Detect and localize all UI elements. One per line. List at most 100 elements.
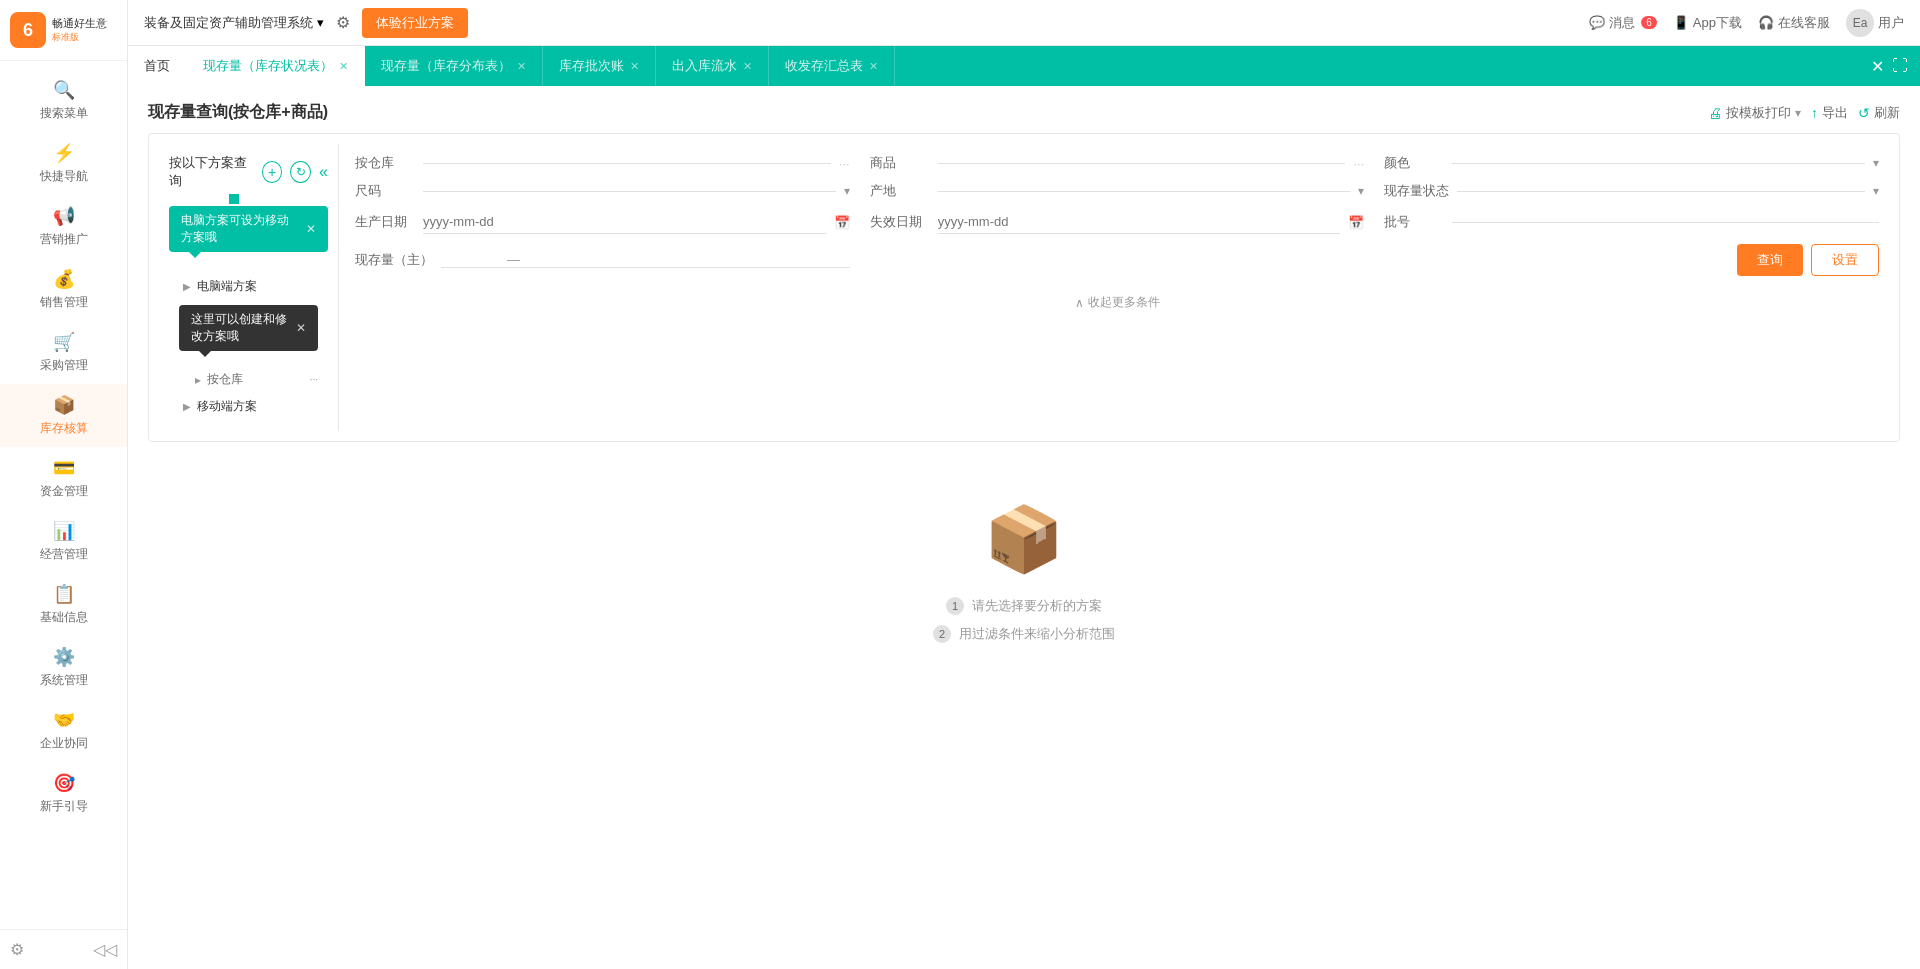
- size-dropdown-icon[interactable]: ▾: [844, 184, 850, 198]
- schema-desktop-arrow: ▶: [183, 281, 191, 292]
- purchase-icon: 🛒: [53, 331, 75, 353]
- sub-schema-dots: ···: [310, 374, 318, 385]
- trial-button[interactable]: 体验行业方案: [362, 8, 468, 38]
- stock-main-to-input[interactable]: [526, 252, 586, 267]
- tab-recv-send-summary[interactable]: 收发存汇总表 ✕: [769, 46, 895, 86]
- sidebar-item-system[interactable]: ⚙️ 系统管理: [0, 636, 127, 699]
- schema-desktop-label: 电脑端方案: [197, 278, 257, 295]
- schema-mobile-arrow: ▶: [183, 401, 191, 412]
- warehouse-dots[interactable]: ···: [839, 156, 850, 171]
- tab-recv-send-summary-close[interactable]: ✕: [869, 60, 878, 73]
- print-btn[interactable]: 🖨 按模板打印 ▾: [1708, 104, 1801, 122]
- tooltip1-text: 电脑方案可设为移动方案哦: [181, 212, 300, 246]
- collapse-label: 收起更多条件: [1088, 294, 1160, 311]
- app-download-icon: 📱: [1673, 15, 1689, 30]
- batch-label: 批号: [1384, 213, 1444, 231]
- tooltip1-close-btn[interactable]: ✕: [306, 222, 316, 236]
- tab-maximize-btn[interactable]: ⛶: [1892, 57, 1908, 75]
- color-dropdown-icon[interactable]: ▾: [1873, 156, 1879, 170]
- app-name: 畅通好生意: [52, 16, 107, 31]
- tab-inventory-dist-close[interactable]: ✕: [517, 60, 526, 73]
- tab-home[interactable]: 首页: [128, 46, 187, 86]
- user-menu-btn[interactable]: Ea 用户: [1846, 9, 1904, 37]
- system-name-selector[interactable]: 装备及固定资产辅助管理系统 ▾: [144, 14, 324, 32]
- tooltip2-close-btn[interactable]: ✕: [296, 321, 306, 335]
- sidebar-label-system: 系统管理: [40, 672, 88, 689]
- product-label: 商品: [870, 154, 930, 172]
- origin-dropdown-icon[interactable]: ▾: [1358, 184, 1364, 198]
- online-support-btn[interactable]: 🎧 在线客服: [1758, 14, 1830, 32]
- color-input-wrapper: [1452, 163, 1865, 164]
- field-prod-date: 生产日期 📅: [355, 210, 850, 234]
- filter-cycle-btn[interactable]: ↻: [290, 161, 311, 183]
- expire-date-calendar-icon[interactable]: 📅: [1348, 215, 1364, 230]
- refresh-icon: ↺: [1858, 105, 1870, 121]
- sidebar-settings-btn[interactable]: ⚙: [10, 940, 24, 959]
- sub-schema-row[interactable]: ▸ 按仓库 ···: [195, 371, 318, 388]
- tab-inventory-status-close[interactable]: ✕: [339, 60, 348, 73]
- notif-count-badge: 6: [1641, 16, 1657, 29]
- notif-label: 消息: [1609, 14, 1635, 32]
- filter-container: 按以下方案查询 + ↻ « 电脑方案可设为移动方案哦 ✕: [159, 144, 1889, 431]
- query-button[interactable]: 查询: [1737, 244, 1803, 276]
- tab-batch-ledger[interactable]: 库存批次账 ✕: [543, 46, 656, 86]
- sidebar-item-guide[interactable]: 🎯 新手引导: [0, 762, 127, 825]
- inventory-icon: 📦: [53, 394, 75, 416]
- filter-left-panel: 按以下方案查询 + ↻ « 电脑方案可设为移动方案哦 ✕: [159, 144, 339, 431]
- warehouse-input-wrapper: [423, 163, 831, 164]
- prod-date-calendar-icon[interactable]: 📅: [834, 215, 850, 230]
- product-dots[interactable]: ···: [1353, 156, 1364, 171]
- reset-button[interactable]: 设置: [1811, 244, 1879, 276]
- print-icon: 🖨: [1708, 105, 1722, 121]
- top-header: 装备及固定资产辅助管理系统 ▾ ⚙ 体验行业方案 💬 消息 6 📱 App下载 …: [128, 0, 1920, 46]
- sidebar-label-search-menu: 搜索菜单: [40, 105, 88, 122]
- schema-desktop-item[interactable]: ▶ 电脑端方案: [179, 272, 318, 301]
- stock-main-label: 现存量（主）: [355, 251, 433, 269]
- sidebar-item-quick-nav[interactable]: ⚡ 快捷导航: [0, 132, 127, 195]
- collapse-row[interactable]: ∧ 收起更多条件: [355, 286, 1879, 319]
- tab-close-all-btn[interactable]: ✕: [1871, 57, 1884, 76]
- notification-btn[interactable]: 💬 消息 6: [1589, 14, 1657, 32]
- schema-mobile-item[interactable]: ▶ 移动端方案: [179, 392, 318, 421]
- sidebar-collapse-btn[interactable]: ◁◁: [93, 940, 117, 959]
- tab-inventory-dist[interactable]: 现存量（库存分布表） ✕: [365, 46, 543, 86]
- sidebar-item-enterprise[interactable]: 🤝 企业协同: [0, 699, 127, 762]
- tab-inout-flow-label: 出入库流水: [672, 57, 737, 75]
- field-warehouse: 按仓库 ···: [355, 154, 850, 172]
- tab-inout-flow[interactable]: 出入库流水 ✕: [656, 46, 769, 86]
- sidebar-item-basic-info[interactable]: 📋 基础信息: [0, 573, 127, 636]
- tooltip1-indicator: [229, 194, 239, 204]
- product-input-wrapper: [938, 163, 1346, 164]
- stock-main-range: —: [441, 252, 850, 268]
- sidebar-item-finance[interactable]: 💳 资金管理: [0, 447, 127, 510]
- sidebar-item-operations[interactable]: 📊 经营管理: [0, 510, 127, 573]
- refresh-btn[interactable]: ↺ 刷新: [1858, 104, 1900, 122]
- sidebar-item-purchase[interactable]: 🛒 采购管理: [0, 321, 127, 384]
- range-separator: —: [507, 252, 520, 267]
- sidebar-label-sales: 销售管理: [40, 294, 88, 311]
- sidebar-item-sales[interactable]: 💰 销售管理: [0, 258, 127, 321]
- expire-date-input[interactable]: [938, 210, 1341, 234]
- export-btn[interactable]: ↑ 导出: [1811, 104, 1848, 122]
- page-content: 现存量查询(按仓库+商品) 🖨 按模板打印 ▾ ↑ 导出 ↺ 刷新: [128, 86, 1920, 969]
- tab-batch-ledger-close[interactable]: ✕: [630, 60, 639, 73]
- prod-date-input[interactable]: [423, 210, 826, 234]
- sidebar-item-inventory[interactable]: 📦 库存核算: [0, 384, 127, 447]
- tab-inout-flow-close[interactable]: ✕: [743, 60, 752, 73]
- tab-batch-ledger-label: 库存批次账: [559, 57, 624, 75]
- sidebar-label-basic-info: 基础信息: [40, 609, 88, 626]
- filter-add-btn[interactable]: +: [262, 161, 283, 183]
- stock-status-dropdown-icon[interactable]: ▾: [1873, 184, 1879, 198]
- sidebar-item-marketing[interactable]: 📢 营销推广: [0, 195, 127, 258]
- filter-back-btn[interactable]: «: [319, 163, 328, 181]
- sidebar-item-search-menu[interactable]: 🔍 搜索菜单: [0, 69, 127, 132]
- tooltip2-text: 这里可以创建和修改方案哦: [191, 311, 290, 345]
- avatar-initials: Ea: [1853, 16, 1868, 30]
- stock-main-from-input[interactable]: [441, 252, 501, 267]
- header-settings-icon[interactable]: ⚙: [336, 13, 350, 32]
- app-download-btn[interactable]: 📱 App下载: [1673, 14, 1742, 32]
- finance-icon: 💳: [53, 457, 75, 479]
- expire-date-label: 失效日期: [870, 213, 930, 231]
- tab-inventory-status[interactable]: 现存量（库存状况表） ✕: [187, 46, 365, 86]
- filter-grid: 按仓库 ··· 商品 ··· 颜色 ▾: [355, 154, 1879, 286]
